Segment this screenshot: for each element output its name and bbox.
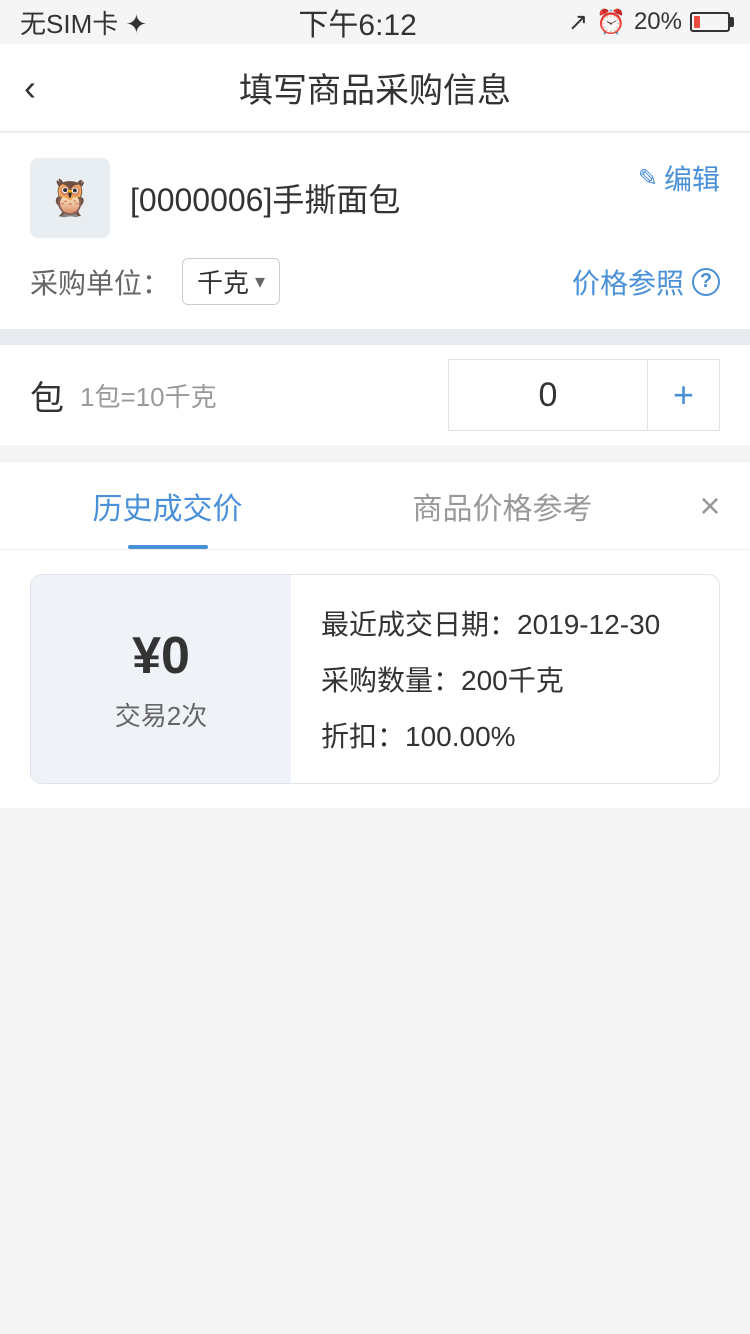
card-quantity-label: 采购数量： <box>321 665 461 696</box>
product-logo: 🦉 <box>30 158 110 238</box>
help-icon: ? <box>692 268 720 296</box>
plus-button[interactable]: + <box>648 359 720 431</box>
history-card: ¥0 交易2次 最近成交日期：2019-12-30 采购数量：200千克 折扣：… <box>30 574 720 784</box>
battery-percent: 20% <box>634 8 682 36</box>
card-discount-row: 折扣：100.00% <box>321 715 689 755</box>
tab-close-button[interactable]: × <box>670 485 750 527</box>
card-left: ¥0 交易2次 <box>31 575 291 783</box>
unit-label: 采购单位： <box>30 262 170 302</box>
qty-conversion: 1包=10千克 <box>80 377 217 414</box>
nav-bar: ‹ 填写商品采购信息 <box>0 44 750 132</box>
product-name: [0000006]手撕面包 <box>130 175 400 221</box>
tab-history-price[interactable]: 历史成交价 <box>0 462 335 549</box>
unit-select[interactable]: 千克 ▾ <box>182 258 280 305</box>
product-header: 🦉 [0000006]手撕面包 ✎ 编辑 <box>30 158 720 238</box>
product-meta: 采购单位： 千克 ▾ 价格参照 ? <box>30 258 720 305</box>
qty-left: 包 1包=10千克 <box>30 371 217 420</box>
tab-history-label: 历史成交价 <box>93 484 243 528</box>
tab-price-ref-label: 商品价格参考 <box>413 484 593 528</box>
product-section: 🦉 [0000006]手撕面包 ✎ 编辑 采购单位： 千克 ▾ 价格参照 ? <box>0 134 750 329</box>
card-section: ¥0 交易2次 最近成交日期：2019-12-30 采购数量：200千克 折扣：… <box>0 550 750 808</box>
card-right: 最近成交日期：2019-12-30 采购数量：200千克 折扣：100.00% <box>291 575 719 783</box>
carrier-text: 无SIM卡 ✦ <box>20 4 147 41</box>
unit-value: 千克 <box>197 263 249 300</box>
status-time: 下午6:12 <box>298 0 416 44</box>
status-right: ↗ ⏰ 20% <box>568 8 730 37</box>
section-divider <box>0 329 750 345</box>
card-date-label: 最近成交日期： <box>321 609 517 640</box>
location-icon: ↗ <box>568 8 588 37</box>
edit-label: 编辑 <box>664 158 720 198</box>
status-left: 无SIM卡 ✦ <box>20 4 147 41</box>
edit-icon: ✎ <box>638 164 658 193</box>
qty-input-group: + <box>448 359 720 431</box>
price-ref-label: 价格参照 <box>572 262 684 302</box>
card-quantity-row: 采购数量：200千克 <box>321 659 689 699</box>
quantity-input[interactable] <box>448 359 648 431</box>
back-button[interactable]: ‹ <box>24 67 36 109</box>
tabs-row: 历史成交价 商品价格参考 × <box>0 462 750 550</box>
chevron-down-icon: ▾ <box>255 269 265 294</box>
edit-button[interactable]: ✎ 编辑 <box>638 158 720 198</box>
price-ref-button[interactable]: 价格参照 ? <box>572 262 720 302</box>
page-title: 填写商品采购信息 <box>239 63 511 112</box>
status-bar: 无SIM卡 ✦ 下午6:12 ↗ ⏰ 20% <box>0 0 750 44</box>
card-discount-label: 折扣： <box>321 721 405 752</box>
qty-unit-label: 包 <box>30 371 64 420</box>
card-price: ¥0 <box>132 626 190 686</box>
card-quantity-value: 200千克 <box>461 665 564 696</box>
product-left: 🦉 [0000006]手撕面包 <box>30 158 400 238</box>
quantity-section: 包 1包=10千克 + <box>0 345 750 445</box>
card-date-row: 最近成交日期：2019-12-30 <box>321 603 689 643</box>
battery-indicator <box>690 12 730 32</box>
panel-tabs: 历史成交价 商品价格参考 × ¥0 交易2次 最近成交日期：2019-12-30… <box>0 461 750 808</box>
card-discount-value: 100.00% <box>405 721 516 752</box>
card-trades: 交易2次 <box>115 696 207 733</box>
product-logo-icon: 🦉 <box>48 177 93 219</box>
unit-row: 采购单位： 千克 ▾ <box>30 258 280 305</box>
alarm-icon: ⏰ <box>596 8 626 37</box>
tab-price-ref[interactable]: 商品价格参考 <box>335 462 670 549</box>
card-date-value: 2019-12-30 <box>517 609 660 640</box>
